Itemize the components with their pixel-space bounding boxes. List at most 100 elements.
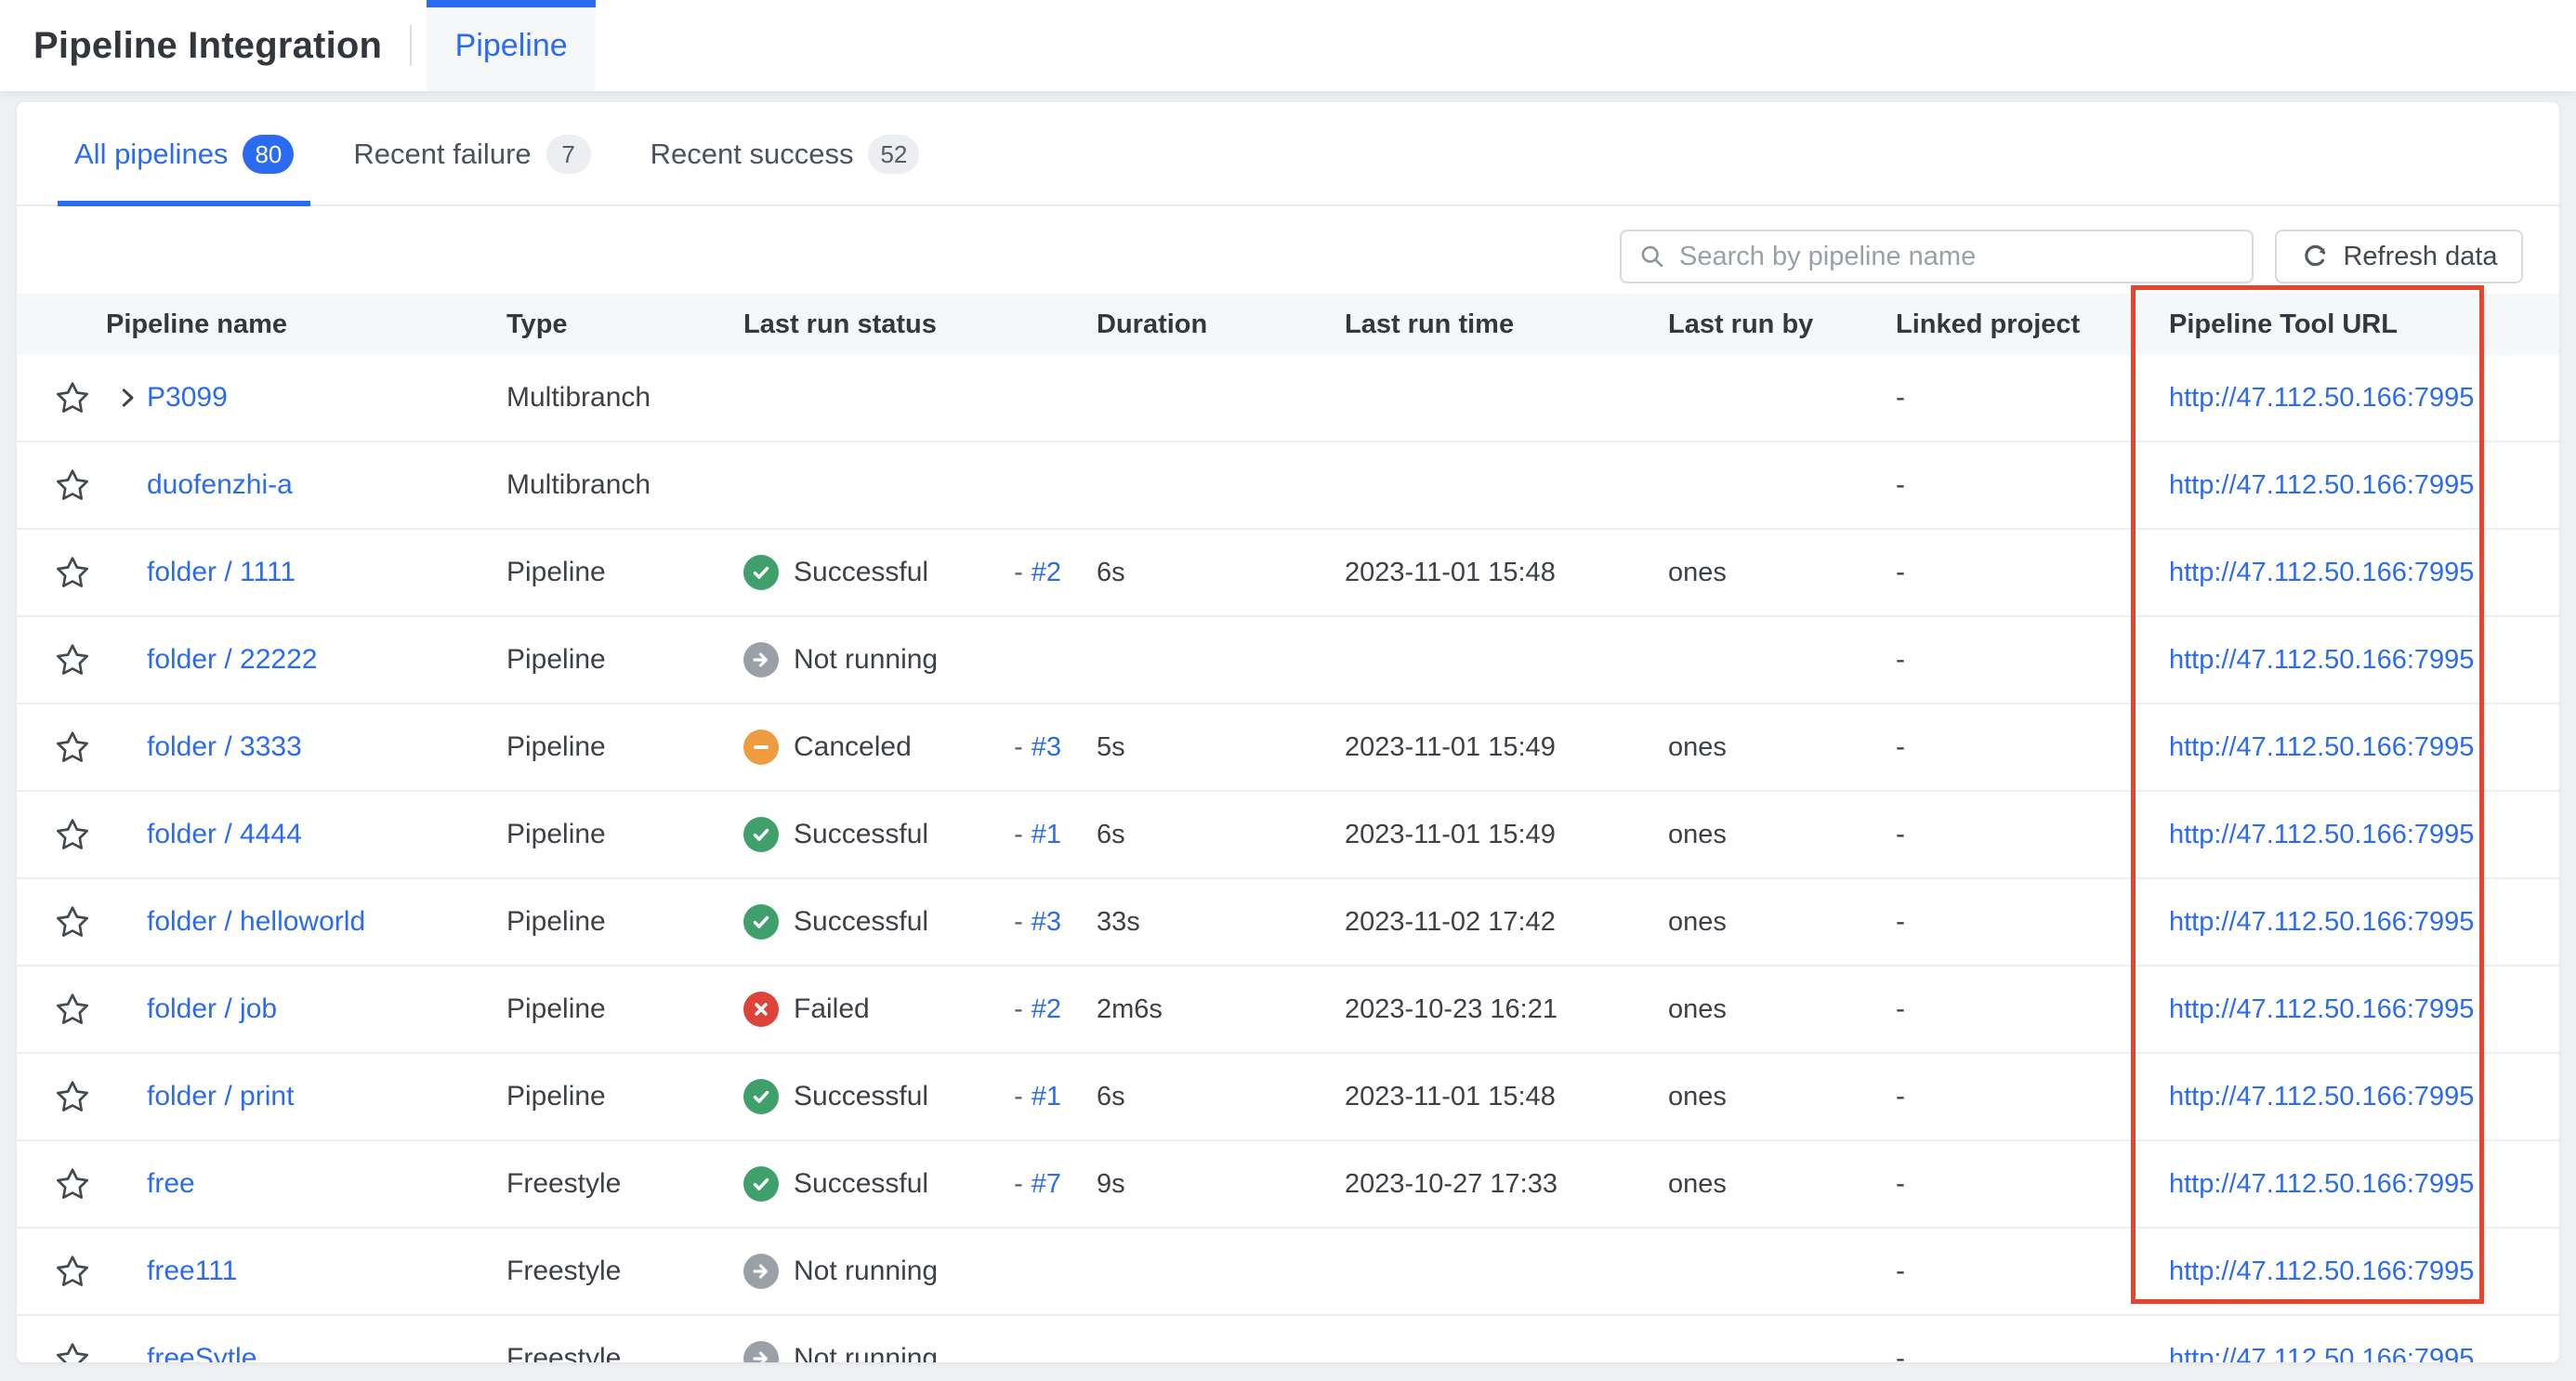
favorite-star-icon[interactable] [54, 467, 91, 504]
pipeline-tool-url-link[interactable]: http://47.112.50.166:7995 [2169, 470, 2474, 501]
table-body: P3099 Multibranch - http://47.112.50.166… [17, 355, 2559, 1362]
pipeline-type: Freestyle [506, 1343, 622, 1362]
run-number-link[interactable]: #2 [1032, 558, 1061, 588]
pipeline-type: Freestyle [506, 1168, 622, 1199]
last-run-time: 2023-10-27 17:33 [1345, 1168, 1557, 1199]
pipeline-tool-url-link[interactable]: http://47.112.50.166:7995 [2169, 732, 2474, 763]
status-icon [743, 730, 779, 765]
pipeline-tool-url-link[interactable]: http://47.112.50.166:7995 [2169, 1169, 2474, 1200]
pipeline-type: Pipeline [506, 906, 606, 937]
pipeline-name-link[interactable]: freeSytle [147, 1343, 256, 1362]
favorite-star-icon[interactable] [54, 1078, 91, 1115]
status-cell: Not running [743, 642, 985, 677]
pipeline-type: Pipeline [506, 557, 606, 587]
favorite-star-icon[interactable] [54, 379, 91, 416]
pipeline-tool-url-link[interactable]: http://47.112.50.166:7995 [2169, 1082, 2474, 1112]
run-number-link[interactable]: #3 [1032, 907, 1061, 938]
status-label: Successful [794, 906, 929, 937]
count-badge: 7 [545, 135, 591, 174]
pipeline-name-link[interactable]: folder / 4444 [147, 819, 302, 850]
pipeline-name-link[interactable]: folder / job [147, 993, 277, 1025]
page-tab-pipeline[interactable]: Pipeline [427, 0, 597, 91]
status-cell: Successful [743, 555, 985, 590]
pipeline-name-link[interactable]: folder / 1111 [147, 557, 296, 588]
last-run-time: 2023-11-01 15:49 [1345, 819, 1556, 849]
pipeline-type: Pipeline [506, 1081, 606, 1111]
linked-project: - [1896, 382, 1905, 413]
pipeline-tool-url-link[interactable]: http://47.112.50.166:7995 [2169, 994, 2474, 1025]
run-dash: - [1014, 1081, 1023, 1111]
pipeline-tool-url-link[interactable]: http://47.112.50.166:7995 [2169, 820, 2474, 850]
pipeline-name-link[interactable]: folder / helloworld [147, 906, 365, 938]
status-label: Successful [794, 1081, 929, 1111]
pipeline-tool-url-link[interactable]: http://47.112.50.166:7995 [2169, 1344, 2474, 1363]
linked-project: - [1896, 731, 1905, 762]
last-run-time: 2023-11-02 17:42 [1345, 906, 1556, 937]
favorite-star-icon[interactable] [54, 1165, 91, 1203]
favorite-star-icon[interactable] [54, 554, 91, 591]
run-number-link[interactable]: #1 [1032, 1082, 1061, 1112]
search-input[interactable] [1679, 241, 2235, 272]
pipeline-tool-url-link[interactable]: http://47.112.50.166:7995 [2169, 645, 2474, 676]
run-number-link[interactable]: #1 [1032, 820, 1061, 850]
status-cell: Canceled [743, 730, 985, 765]
favorite-star-icon[interactable] [54, 903, 91, 940]
status-label: Not running [794, 1256, 939, 1286]
tab-label: Recent failure [353, 138, 532, 170]
pipeline-tool-url-link[interactable]: http://47.112.50.166:7995 [2169, 558, 2474, 588]
favorite-star-icon[interactable] [54, 1340, 91, 1362]
favorite-star-icon[interactable] [54, 991, 91, 1028]
pipeline-name-link[interactable]: folder / print [147, 1081, 294, 1112]
favorite-star-icon[interactable] [54, 641, 91, 678]
pipeline-name-link[interactable]: free111 [147, 1256, 237, 1287]
tab-all-pipelines[interactable]: All pipelines 80 [58, 102, 311, 206]
pipeline-name-link[interactable]: folder / 22222 [147, 644, 317, 676]
last-run-time: 2023-11-01 15:48 [1345, 557, 1556, 587]
table-header: Pipeline name Type Last run status Durat… [17, 294, 2559, 355]
status-icon [743, 1254, 779, 1289]
col-last-run-by: Last run by [1668, 309, 1814, 339]
run-dash: - [1014, 557, 1023, 587]
run-number-link[interactable]: #7 [1032, 1169, 1061, 1200]
table-row: freeSytle Freestyle Not running - http:/… [17, 1316, 2559, 1362]
pipeline-name-link[interactable]: free [147, 1168, 195, 1200]
status-cell: Failed [743, 992, 985, 1027]
status-label: Successful [794, 819, 929, 849]
status-cell: Not running [743, 1254, 985, 1289]
toolbar: Refresh data [17, 206, 2559, 294]
run-number-link[interactable]: #3 [1032, 732, 1061, 763]
favorite-star-icon[interactable] [54, 816, 91, 853]
favorite-star-icon[interactable] [54, 729, 91, 766]
tab-recent-failure[interactable]: Recent failure 7 [336, 102, 607, 206]
search-box[interactable] [1620, 230, 2254, 283]
last-run-by: ones [1668, 731, 1727, 762]
last-run-by: ones [1668, 1168, 1727, 1199]
pipeline-tool-url-link[interactable]: http://47.112.50.166:7995 [2169, 907, 2474, 938]
pipeline-name-link[interactable]: P3099 [147, 382, 228, 414]
run-dash: - [1014, 819, 1023, 849]
run-dash: - [1014, 906, 1023, 937]
pipeline-tool-url-link[interactable]: http://47.112.50.166:7995 [2169, 383, 2474, 414]
tab-recent-success[interactable]: Recent success 52 [634, 102, 937, 206]
last-run-time: 2023-11-01 15:48 [1345, 1081, 1556, 1111]
status-icon [743, 1341, 779, 1362]
expand-chevron-icon[interactable] [113, 384, 141, 412]
pipeline-name-link[interactable]: duofenzhi-a [147, 469, 293, 501]
linked-project: - [1896, 993, 1905, 1024]
linked-project: - [1896, 819, 1905, 849]
duration: 6s [1097, 819, 1125, 849]
pipeline-name-link[interactable]: folder / 3333 [147, 731, 302, 763]
status-icon [743, 1079, 779, 1114]
status-icon [743, 1166, 779, 1202]
refresh-data-button[interactable]: Refresh data [2275, 230, 2523, 283]
main-card: All pipelines 80 Recent failure 7 Recent… [17, 102, 2559, 1362]
run-number-link[interactable]: #2 [1032, 994, 1061, 1025]
table-row: folder / helloworld Pipeline Successful … [17, 879, 2559, 967]
favorite-star-icon[interactable] [54, 1253, 91, 1290]
linked-project: - [1896, 1081, 1905, 1111]
table-row: duofenzhi-a Multibranch - http://47.112.… [17, 442, 2559, 530]
pipeline-tool-url-link[interactable]: http://47.112.50.166:7995 [2169, 1256, 2474, 1287]
col-pipeline-name: Pipeline name [106, 309, 288, 339]
run-dash: - [1014, 1168, 1023, 1199]
pipeline-type: Pipeline [506, 731, 606, 762]
